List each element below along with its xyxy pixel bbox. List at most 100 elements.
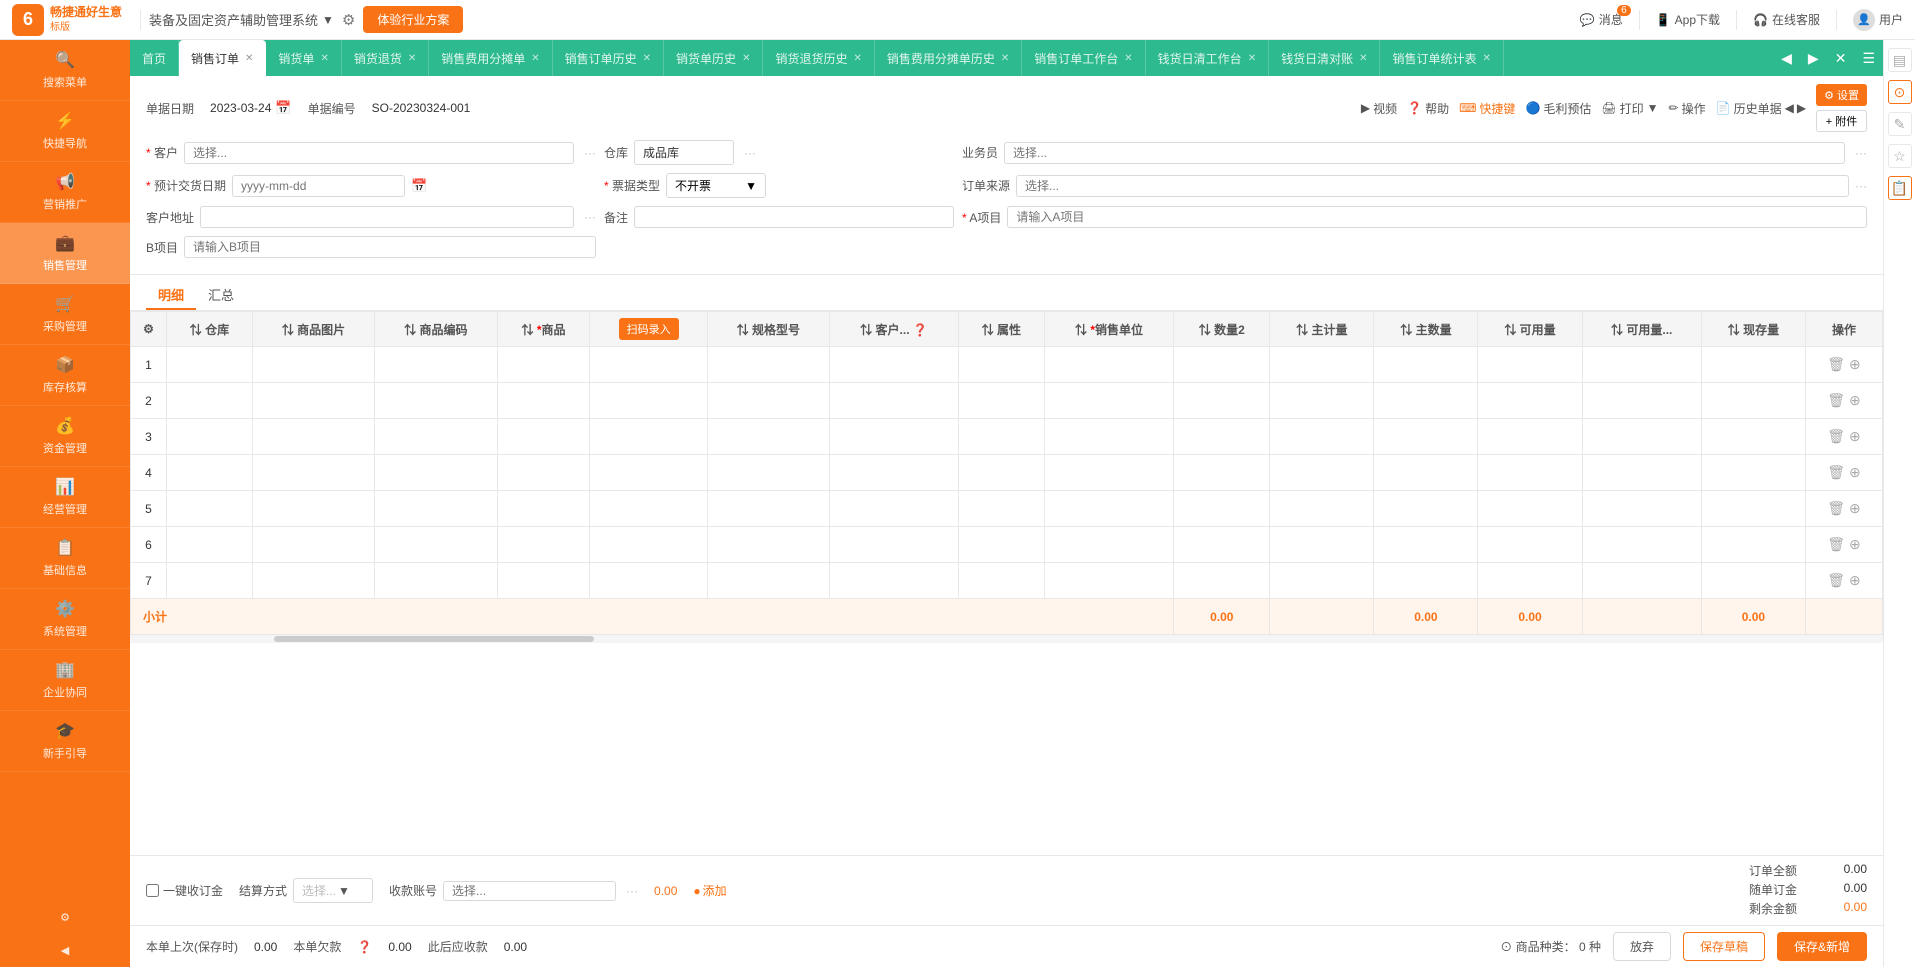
profit-btn[interactable]: 🔵 毛利预估 <box>1525 100 1591 117</box>
sidebar-item-sales[interactable]: 💼销售管理 <box>0 223 130 284</box>
tab-sales-summary[interactable]: 销售订单统计表✕ <box>1380 40 1503 76</box>
scroll-thumb[interactable] <box>274 636 594 642</box>
tab-cash-daily-reconcile[interactable]: 钱货日清对账✕ <box>1269 40 1380 76</box>
sidebar-item-quicknav[interactable]: ⚡快捷导航 <box>0 101 130 162</box>
cell-5-7[interactable] <box>958 491 1044 527</box>
cell-5-5[interactable] <box>707 491 829 527</box>
cell-7-10[interactable] <box>1270 563 1374 599</box>
tab-sales-order-history[interactable]: 销售订单历史✕ <box>553 40 664 76</box>
order-source-dots[interactable]: ··· <box>1855 179 1867 193</box>
cell-1-1[interactable] <box>252 347 374 383</box>
print-btn[interactable]: 🖨 打印 ▼ <box>1601 100 1658 117</box>
tab-close-all-btn[interactable]: ✕ <box>1827 40 1855 76</box>
cell-2-9[interactable] <box>1174 383 1270 419</box>
right-tool-1[interactable]: ▤ <box>1888 48 1912 72</box>
tab-sales-order[interactable]: 销售订单✕ <box>179 40 266 76</box>
cell-1-10[interactable] <box>1270 347 1374 383</box>
cell-6-2[interactable] <box>375 527 497 563</box>
app-download-item[interactable]: 📱 App下载 <box>1656 11 1720 28</box>
save-draft-btn[interactable]: 保存草稿 <box>1683 932 1765 961</box>
right-tool-2[interactable]: ⊙ <box>1888 80 1912 104</box>
tab-close-sales-order[interactable]: ✕ <box>245 53 253 64</box>
cell-4-11[interactable] <box>1374 455 1478 491</box>
cell-6-5[interactable] <box>707 527 829 563</box>
shortcut-btn[interactable]: ⌨ 快捷键 <box>1459 100 1515 117</box>
cell-5-4[interactable] <box>590 491 707 527</box>
sidebar-item-enterprise[interactable]: 🏢企业协同 <box>0 650 130 711</box>
cell-3-13[interactable] <box>1582 419 1701 455</box>
trial-btn[interactable]: 体验行业方案 <box>363 6 463 33</box>
customer-input[interactable] <box>184 142 574 164</box>
cell-5-13[interactable] <box>1582 491 1701 527</box>
cell-5-11[interactable] <box>1374 491 1478 527</box>
cell-3-9[interactable] <box>1174 419 1270 455</box>
cell-6-13[interactable] <box>1582 527 1701 563</box>
scroll-bar[interactable] <box>130 635 1883 643</box>
cell-5-12[interactable] <box>1478 491 1582 527</box>
cell-1-8[interactable] <box>1044 347 1173 383</box>
cell-2-6[interactable] <box>830 383 959 419</box>
cell-6-1[interactable] <box>252 527 374 563</box>
cell-6-8[interactable] <box>1044 527 1173 563</box>
project-b-input[interactable] <box>184 236 596 258</box>
cell-7-9[interactable] <box>1174 563 1270 599</box>
salesperson-dots[interactable]: ··· <box>1855 146 1867 160</box>
row-copy-2[interactable]: ⊕ <box>1849 392 1861 409</box>
cell-1-0[interactable] <box>167 347 253 383</box>
discard-btn[interactable]: 放弃 <box>1613 932 1671 961</box>
right-tool-5[interactable]: 📋 <box>1888 176 1912 200</box>
sidebar-item-finance[interactable]: 💰资金管理 <box>0 406 130 467</box>
cell-7-11[interactable] <box>1374 563 1478 599</box>
cell-7-12[interactable] <box>1478 563 1582 599</box>
cell-4-10[interactable] <box>1270 455 1374 491</box>
sidebar-item-operations[interactable]: 📊经营管理 <box>0 467 130 528</box>
message-icon-item[interactable]: 💬 消息 6 <box>1580 11 1623 28</box>
cell-4-13[interactable] <box>1582 455 1701 491</box>
tab-sales-order-workbench[interactable]: 销售订单工作台✕ <box>1022 40 1145 76</box>
cell-2-11[interactable] <box>1374 383 1478 419</box>
settings-icon[interactable]: ⚙ <box>342 11 355 29</box>
cell-7-3[interactable] <box>497 563 590 599</box>
row-copy-3[interactable]: ⊕ <box>1849 428 1861 445</box>
tab-prev-btn[interactable]: ◀ <box>1773 40 1800 76</box>
tab-close-sales-order-workbench[interactable]: ✕ <box>1124 53 1132 64</box>
cell-2-5[interactable] <box>707 383 829 419</box>
cell-4-4[interactable] <box>590 455 707 491</box>
col-scan-header[interactable]: 扫码录入 <box>590 312 707 347</box>
cell-6-9[interactable] <box>1174 527 1270 563</box>
cell-3-12[interactable] <box>1478 419 1582 455</box>
project-a-input[interactable] <box>1007 206 1867 228</box>
row-delete-4[interactable]: 🗑 <box>1827 464 1845 481</box>
tab-close-sales-refund-history[interactable]: ✕ <box>853 53 861 64</box>
cell-6-12[interactable] <box>1478 527 1582 563</box>
row-delete-3[interactable]: 🗑 <box>1827 428 1845 445</box>
cell-3-0[interactable] <box>167 419 253 455</box>
tab-close-cash-daily-reconcile[interactable]: ✕ <box>1359 53 1367 64</box>
delivery-date-input[interactable] <box>232 175 405 197</box>
tab-home[interactable]: 首页 <box>130 40 179 76</box>
receipt-account-input[interactable] <box>443 881 616 901</box>
cell-7-7[interactable] <box>958 563 1044 599</box>
cell-1-11[interactable] <box>1374 347 1478 383</box>
cell-3-2[interactable] <box>375 419 497 455</box>
tab-close-cash-daily-workbench[interactable]: ✕ <box>1248 53 1256 64</box>
scan-btn[interactable]: 扫码录入 <box>619 318 679 340</box>
history-btn[interactable]: 📄 历史单据 ◀▶ <box>1716 100 1806 117</box>
right-tool-3[interactable]: ✎ <box>1888 112 1912 136</box>
cell-6-14[interactable] <box>1701 527 1805 563</box>
cell-5-6[interactable] <box>830 491 959 527</box>
tab-sales-fee-split-history[interactable]: 销售费用分摊单历史✕ <box>875 40 1022 76</box>
cell-6-7[interactable] <box>958 527 1044 563</box>
cell-1-5[interactable] <box>707 347 829 383</box>
cell-6-6[interactable] <box>830 527 959 563</box>
sidebar-item-search[interactable]: 🔍搜索菜单 <box>0 40 130 101</box>
cell-3-7[interactable] <box>958 419 1044 455</box>
cell-2-14[interactable] <box>1701 383 1805 419</box>
cell-7-13[interactable] <box>1582 563 1701 599</box>
salesperson-input[interactable] <box>1004 142 1845 164</box>
help-btn[interactable]: ❓ 帮助 <box>1407 100 1449 117</box>
row-copy-1[interactable]: ⊕ <box>1849 356 1861 373</box>
cell-7-14[interactable] <box>1701 563 1805 599</box>
cell-2-3[interactable] <box>497 383 590 419</box>
cell-1-12[interactable] <box>1478 347 1582 383</box>
